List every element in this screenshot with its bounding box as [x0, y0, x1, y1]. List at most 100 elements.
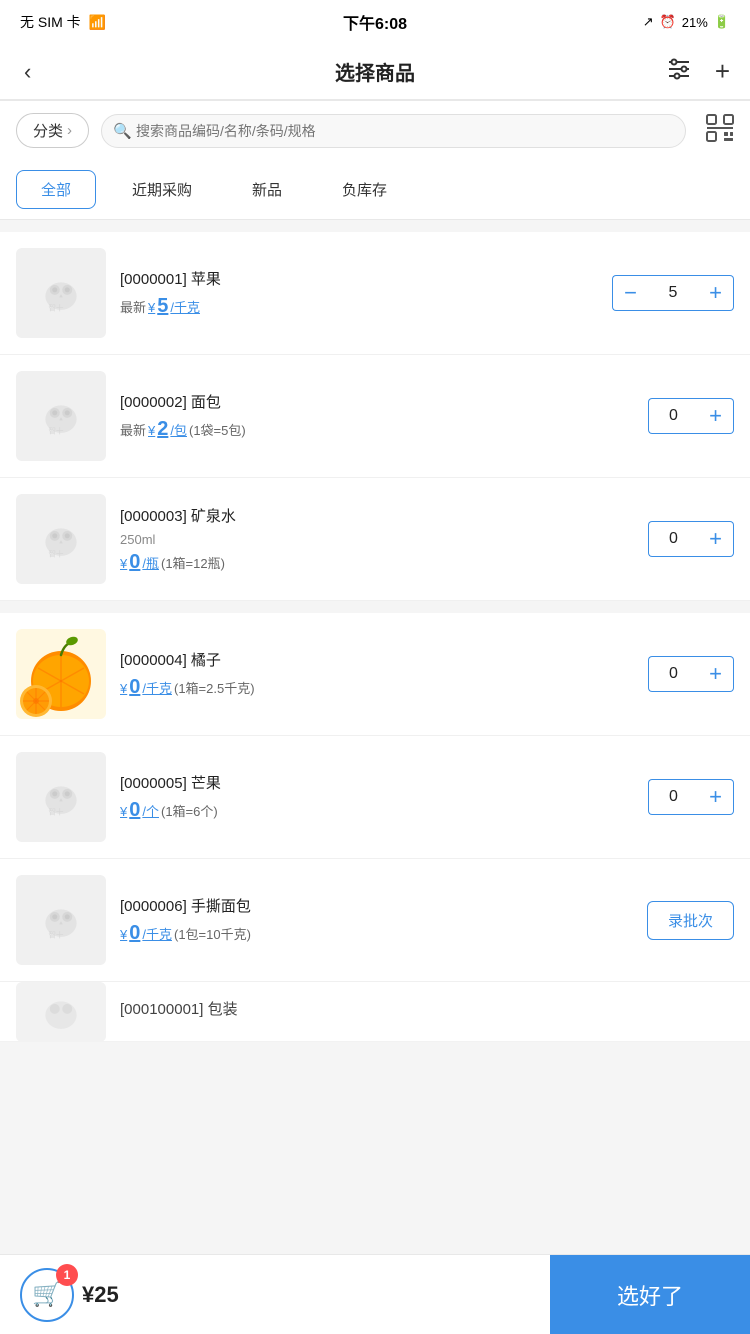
- product-name: [0000003] 矿泉水: [120, 505, 634, 526]
- quantity-control: +: [648, 521, 734, 557]
- price-unit: /千克: [142, 678, 172, 697]
- quantity-increase-button[interactable]: +: [698, 521, 734, 557]
- nav-bar: ‹ 选择商品 +: [0, 44, 750, 100]
- product-info: [000100001] 包装: [120, 998, 734, 1025]
- price-extra: (1箱=6个): [161, 801, 218, 820]
- product-info: [0000002] 面包 最新 ¥ 2 /包 (1袋=5包): [120, 391, 634, 441]
- owl-logo-icon: 智十: [36, 514, 86, 564]
- quantity-increase-button[interactable]: +: [698, 398, 734, 434]
- product-info: [0000004] 橘子 ¥ 0 /千克 (1箱=2.5千克): [120, 649, 634, 699]
- product-thumbnail: [16, 982, 106, 1042]
- product-thumbnail: 智十: [16, 494, 106, 584]
- confirm-button[interactable]: 选好了: [550, 1255, 750, 1334]
- cart-total-price: ¥25: [82, 1282, 119, 1308]
- quantity-increase-button[interactable]: +: [698, 779, 734, 815]
- quantity-control: − +: [612, 275, 734, 311]
- batch-button[interactable]: 录批次: [647, 901, 734, 940]
- category-label: 分类: [33, 120, 63, 141]
- product-thumbnail: 智十: [16, 752, 106, 842]
- tab-all-label: 全部: [41, 182, 71, 199]
- price-line: ¥ 0 /个 (1箱=6个): [120, 799, 634, 822]
- tab-negative-label: 负库存: [342, 182, 387, 199]
- quantity-increase-button[interactable]: +: [698, 275, 734, 311]
- category-button[interactable]: 分类 ›: [16, 113, 89, 148]
- carrier-text: 无 SIM 卡: [20, 12, 81, 32]
- product-name: [0000006] 手撕面包: [120, 895, 633, 916]
- owl-logo-icon: 智十: [36, 391, 86, 441]
- tab-recent-label: 近期采购: [132, 182, 192, 199]
- quantity-input[interactable]: [648, 398, 698, 434]
- filter-icon[interactable]: [667, 58, 691, 86]
- price-number: 0: [129, 551, 140, 574]
- quantity-input[interactable]: [648, 521, 698, 557]
- product-list: 智十 [0000001] 苹果 最新 ¥ 5 /千克 − +: [0, 232, 750, 1042]
- tab-new[interactable]: 新品: [228, 171, 306, 208]
- price-line: 最新 ¥ 2 /包 (1袋=5包): [120, 418, 634, 441]
- product-name: [000100001] 包装: [120, 998, 734, 1019]
- price-unit: /个: [142, 801, 159, 820]
- product-info: [0000006] 手撕面包 ¥ 0 /千克 (1包=10千克): [120, 895, 633, 945]
- search-input[interactable]: [101, 114, 686, 148]
- svg-text:智十: 智十: [49, 807, 64, 817]
- price-line: 最新 ¥ 5 /千克: [120, 295, 598, 318]
- status-right: ↗ ⏰ 21% 🔋: [643, 14, 730, 30]
- location-icon: ↗: [643, 14, 654, 30]
- list-item: 智十 [0000005] 芒果 ¥ 0 /个 (1箱=6个) +: [0, 736, 750, 859]
- quantity-input[interactable]: [648, 656, 698, 692]
- add-icon[interactable]: +: [715, 56, 730, 87]
- tab-new-label: 新品: [252, 182, 282, 199]
- price-currency: ¥: [120, 681, 127, 696]
- battery-text: 21%: [682, 15, 708, 30]
- list-item: 智十 [0000003] 矿泉水 250ml ¥ 0 /瓶 (1箱=12瓶) +: [0, 478, 750, 601]
- list-item: [000100001] 包装: [0, 982, 750, 1042]
- bottom-bar: 🛒 1 ¥25 选好了: [0, 1254, 750, 1334]
- section-gap: [0, 601, 750, 613]
- product-name: [0000001] 苹果: [120, 268, 598, 289]
- cart-section: 🛒 1 ¥25: [0, 1268, 550, 1322]
- quantity-control: +: [648, 779, 734, 815]
- price-currency: ¥: [120, 804, 127, 819]
- price-currency: ¥: [148, 423, 155, 438]
- status-time: 下午6:08: [343, 10, 407, 34]
- tab-negative[interactable]: 负库存: [318, 171, 411, 208]
- scan-icon[interactable]: [706, 114, 734, 148]
- quantity-increase-button[interactable]: +: [698, 656, 734, 692]
- price-line: ¥ 0 /千克 (1包=10千克): [120, 922, 633, 945]
- alarm-icon: ⏰: [660, 14, 676, 30]
- quantity-input[interactable]: [648, 779, 698, 815]
- price-currency: ¥: [148, 300, 155, 315]
- tab-all[interactable]: 全部: [16, 170, 96, 209]
- price-number: 2: [157, 418, 168, 441]
- quantity-decrease-button[interactable]: −: [612, 275, 648, 311]
- svg-text:智十: 智十: [49, 549, 64, 559]
- cart-icon: 🛒: [32, 1280, 62, 1309]
- quantity-input[interactable]: [648, 275, 698, 311]
- price-unit: /千克: [142, 924, 172, 943]
- status-left: 无 SIM 卡 📶: [20, 12, 106, 32]
- product-thumbnail: 智十: [16, 371, 106, 461]
- price-number: 0: [129, 922, 140, 945]
- price-number: 0: [129, 676, 140, 699]
- price-currency: ¥: [120, 927, 127, 942]
- product-name: [0000005] 芒果: [120, 772, 634, 793]
- cart-badge: 1: [56, 1264, 78, 1286]
- search-wrap: 🔍: [101, 114, 686, 148]
- price-number: 5: [157, 295, 168, 318]
- status-bar: 无 SIM 卡 📶 下午6:08 ↗ ⏰ 21% 🔋: [0, 0, 750, 44]
- product-thumbnail: 智十: [16, 248, 106, 338]
- wifi-icon: 📶: [89, 14, 106, 31]
- confirm-label: 选好了: [617, 1279, 683, 1311]
- product-spec: 250ml: [120, 532, 634, 547]
- price-extra: (1包=10千克): [174, 924, 251, 943]
- price-label: 最新: [120, 420, 146, 439]
- section-gap: [0, 220, 750, 232]
- owl-logo-icon: 智十: [36, 268, 86, 318]
- nav-right-actions: +: [667, 56, 730, 87]
- back-button[interactable]: ‹: [20, 55, 35, 89]
- product-info: [0000005] 芒果 ¥ 0 /个 (1箱=6个): [120, 772, 634, 822]
- cart-icon-button[interactable]: 🛒 1: [20, 1268, 74, 1322]
- owl-logo-icon: 智十: [36, 772, 86, 822]
- product-thumbnail: [16, 629, 106, 719]
- list-item: 智十 [0000006] 手撕面包 ¥ 0 /千克 (1包=10千克) 录批次: [0, 859, 750, 982]
- tab-recent[interactable]: 近期采购: [108, 171, 216, 208]
